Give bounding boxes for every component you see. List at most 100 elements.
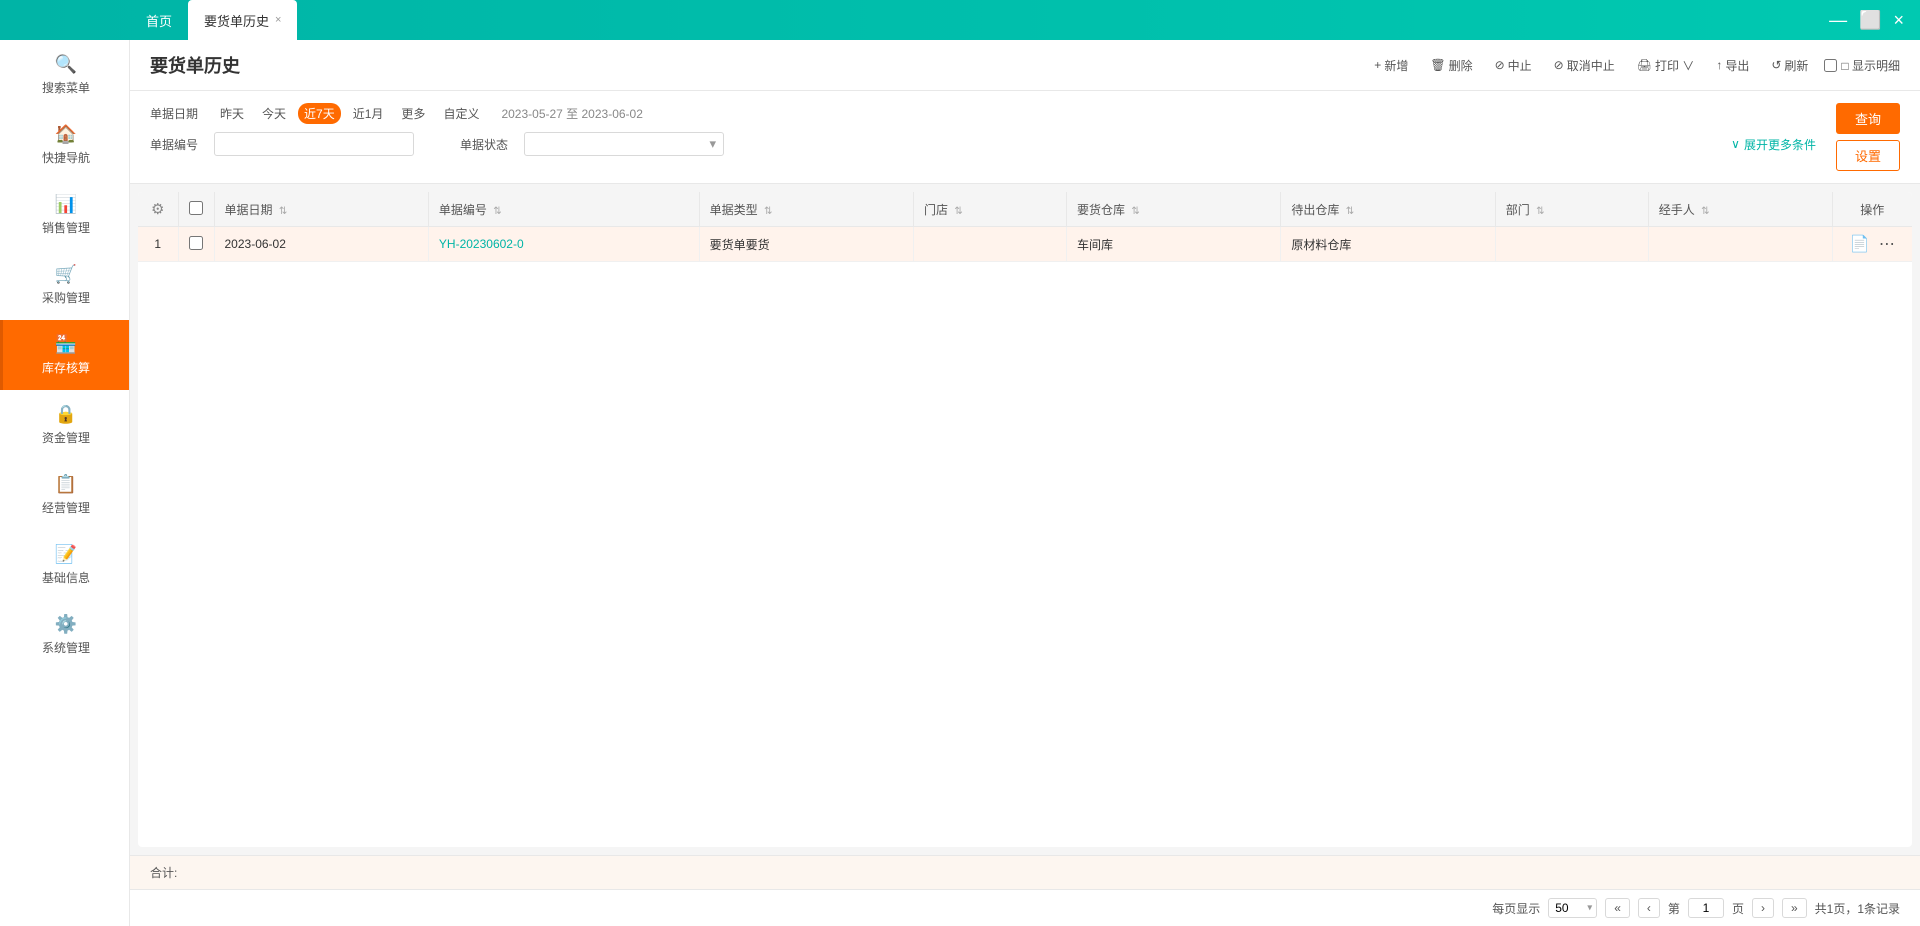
per-page-select[interactable]: 20 50 100: [1548, 898, 1597, 918]
pending-warehouse-sort-icon[interactable]: ⇅: [1346, 206, 1354, 217]
export-button[interactable]: ↑ 导出: [1710, 53, 1755, 78]
sidebar-item-sales-mgmt[interactable]: 📊 销售管理: [0, 180, 129, 250]
last-page-btn[interactable]: »: [1782, 898, 1807, 918]
row-num: 1: [138, 227, 178, 262]
summary-label: 合计:: [150, 866, 177, 880]
per-page-label: 每页显示: [1492, 900, 1540, 917]
stop-button[interactable]: ⊘ 中止: [1489, 53, 1538, 78]
refresh-button[interactable]: ↺ 刷新: [1765, 53, 1814, 78]
doc-type-sort-icon[interactable]: ⇅: [764, 206, 772, 217]
display-detail-checkbox[interactable]: [1824, 59, 1837, 72]
last-month-shortcut[interactable]: 近1月: [347, 103, 390, 124]
top-bar: 首页 要货单历史 × — ⬜ ×: [0, 0, 1920, 40]
yesterday-shortcut[interactable]: 昨天: [214, 103, 250, 124]
table-header-row: ⚙ 单据日期 ⇅ 单据编号 ⇅: [138, 192, 1912, 227]
more-op-icon[interactable]: ⋯: [1879, 236, 1895, 253]
sidebar-item-quick-nav[interactable]: 🏠 快捷导航: [0, 110, 129, 180]
last7-shortcut[interactable]: 近7天: [298, 103, 341, 124]
view-op-icon[interactable]: 📄: [1850, 236, 1870, 253]
cancel-stop-icon: ⊘: [1554, 58, 1564, 72]
doc-no-sort-icon[interactable]: ⇅: [493, 206, 501, 217]
purchase-mgmt-icon: 🛒: [55, 264, 77, 285]
data-table: ⚙ 单据日期 ⇅ 单据编号 ⇅: [138, 192, 1912, 262]
refresh-icon: ↺: [1771, 58, 1781, 72]
col-handler: 经手人 ⇅: [1648, 192, 1832, 227]
minimize-icon[interactable]: —: [1829, 10, 1847, 31]
col-ops: 操作: [1832, 192, 1912, 227]
row-store: [914, 227, 1067, 262]
total-info: 共1页，1条记录: [1815, 900, 1900, 917]
handler-sort-icon[interactable]: ⇅: [1701, 206, 1709, 217]
sidebar-item-basic-info[interactable]: 📝 基础信息: [0, 530, 129, 600]
row-ops: 📄 ⋯: [1832, 227, 1912, 262]
doc-no-link[interactable]: YH-20230602-0: [439, 237, 524, 251]
sidebar-item-sys-mgmt[interactable]: ⚙️ 系统管理: [0, 600, 129, 670]
today-shortcut[interactable]: 今天: [256, 103, 292, 124]
col-dept: 部门 ⇅: [1495, 192, 1648, 227]
query-button[interactable]: 查询: [1836, 103, 1900, 134]
more-shortcut[interactable]: 更多: [395, 103, 431, 124]
page-header: 要货单历史 + 新增 🗑 删除 ⊘ 中止 ⊘ 取消中止: [130, 40, 1920, 91]
sidebar-item-purchase-mgmt[interactable]: 🛒 采购管理: [0, 250, 129, 320]
delete-button[interactable]: 🗑 删除: [1424, 53, 1478, 78]
table-row: 1 2023-06-02 YH-20230602-0 要货单要货 车间库 原材料…: [138, 227, 1912, 262]
select-all-checkbox[interactable]: [189, 201, 203, 215]
row-dept: [1495, 227, 1648, 262]
doc-number-input[interactable]: [214, 132, 414, 156]
col-pending-warehouse: 待出仓库 ⇅: [1281, 192, 1495, 227]
sys-mgmt-icon: ⚙️: [55, 614, 77, 635]
req-warehouse-sort-icon[interactable]: ⇅: [1131, 206, 1139, 217]
dept-sort-icon[interactable]: ⇅: [1536, 206, 1544, 217]
stop-icon: ⊘: [1495, 58, 1505, 72]
inventory-icon: 🏪: [55, 334, 77, 355]
col-check: [178, 192, 214, 227]
doc-status-select[interactable]: [524, 132, 724, 156]
pagination: 每页显示 20 50 100 « ‹ 第 页 › » 共1页，1条记录: [130, 889, 1920, 926]
display-detail-button[interactable]: □ 显示明细: [1824, 57, 1900, 74]
sidebar-item-ops-mgmt[interactable]: 📋 经营管理: [0, 460, 129, 530]
custom-shortcut[interactable]: 自定义: [437, 103, 485, 124]
row-checkbox[interactable]: [189, 236, 203, 250]
finance-mgmt-icon: 🔒: [55, 404, 77, 425]
ops-mgmt-icon: 📋: [55, 474, 77, 495]
col-settings: ⚙: [138, 192, 178, 227]
date-shortcuts: 昨天 今天 近7天 近1月 更多 自定义: [214, 103, 485, 124]
add-icon: +: [1374, 58, 1381, 72]
expand-more-btn[interactable]: ∨ 展开更多条件: [1731, 136, 1816, 153]
prev-page-btn[interactable]: ‹: [1638, 898, 1660, 918]
store-sort-icon[interactable]: ⇅: [954, 206, 962, 217]
maximize-icon[interactable]: ⬜: [1859, 10, 1881, 31]
doc-status-label: 单据状态: [460, 136, 508, 153]
col-store: 门店 ⇅: [914, 192, 1067, 227]
cancel-stop-button[interactable]: ⊘ 取消中止: [1548, 53, 1621, 78]
date-label: 单据日期: [150, 105, 198, 122]
window-controls: — ⬜ ×: [1829, 10, 1920, 31]
sidebar-item-search-menu[interactable]: 🔍 搜索菜单: [0, 40, 129, 110]
filter-row-date: 单据日期 昨天 今天 近7天 近1月 更多 自定义 2023-05-27 至 2…: [150, 103, 1816, 124]
page-label-first: 第: [1668, 900, 1680, 917]
first-page-btn[interactable]: «: [1605, 898, 1630, 918]
tab-requisition-history[interactable]: 要货单历史 ×: [188, 0, 297, 40]
sidebar-item-inventory[interactable]: 🏪 库存核算: [0, 320, 129, 390]
settings-button[interactable]: 设置: [1836, 140, 1900, 171]
doc-number-label: 单据编号: [150, 136, 198, 153]
search-menu-icon: 🔍: [55, 54, 77, 75]
sidebar: 🔍 搜索菜单 🏠 快捷导航 📊 销售管理 🛒 采购管理 🏪 库存核算 🔒 资金管…: [0, 40, 130, 926]
delete-icon: 🗑: [1430, 58, 1445, 72]
row-doc-no: YH-20230602-0: [428, 227, 699, 262]
gear-icon[interactable]: ⚙: [151, 201, 164, 218]
row-req-warehouse: 车间库: [1066, 227, 1280, 262]
tab-home[interactable]: 首页: [130, 0, 188, 40]
page-input[interactable]: [1688, 898, 1724, 918]
close-window-icon[interactable]: ×: [1893, 10, 1904, 31]
col-doc-date: 单据日期 ⇅: [214, 192, 428, 227]
content-area: 要货单历史 + 新增 🗑 删除 ⊘ 中止 ⊘ 取消中止: [130, 40, 1920, 926]
doc-date-sort-icon[interactable]: ⇅: [279, 206, 287, 217]
page-title: 要货单历史: [150, 52, 240, 78]
sidebar-item-finance-mgmt[interactable]: 🔒 资金管理: [0, 390, 129, 460]
add-button[interactable]: + 新增: [1368, 53, 1414, 78]
close-tab-icon[interactable]: ×: [275, 14, 281, 26]
next-page-btn[interactable]: ›: [1752, 898, 1774, 918]
date-range-text: 2023-05-27 至 2023-06-02: [501, 105, 642, 122]
print-button[interactable]: 🖨 打印 ∨: [1631, 53, 1701, 78]
